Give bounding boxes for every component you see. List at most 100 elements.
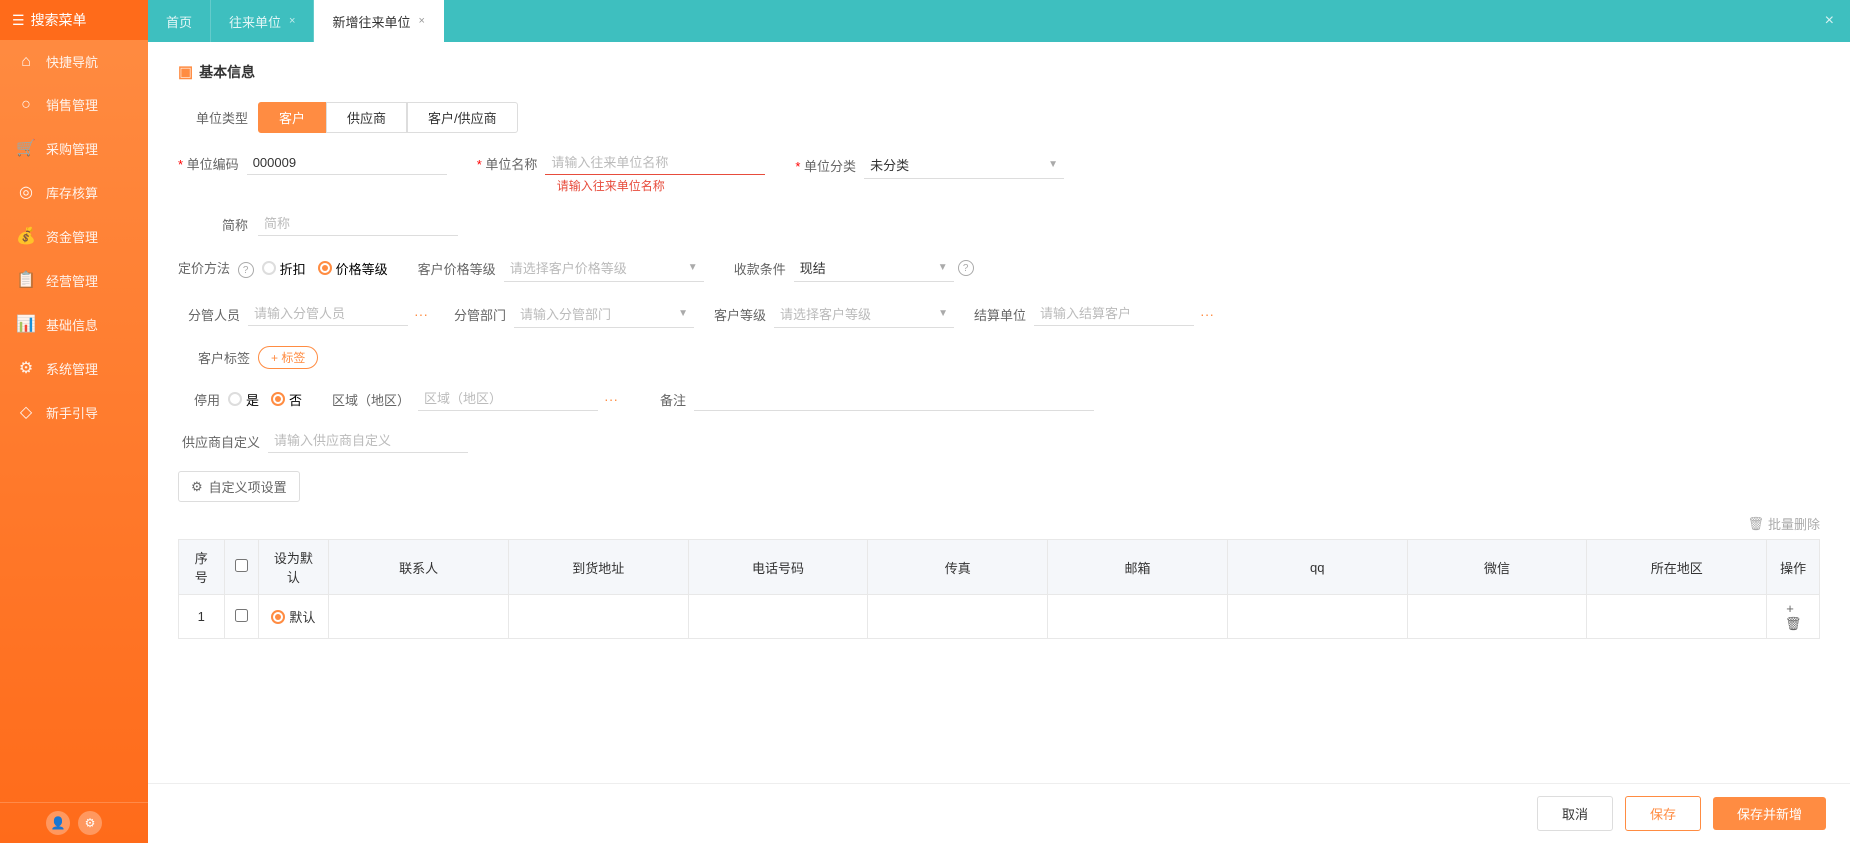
chevron-down-icon: ▼ bbox=[678, 308, 688, 319]
sidebar-item-sales[interactable]: ○ 销售管理 bbox=[0, 83, 148, 126]
search-icon: ☰ bbox=[12, 12, 25, 29]
radio-discount[interactable]: 折扣 bbox=[262, 259, 306, 278]
cell-address[interactable] bbox=[508, 595, 688, 639]
cell-qq[interactable] bbox=[1227, 595, 1407, 639]
contacts-table: 序号 设为默认 联系人 到货地址 电话号码 传真 邮箱 qq 微信 所在地区 操… bbox=[178, 539, 1820, 639]
unit-category-value: 未分类 bbox=[870, 155, 1044, 174]
batch-delete-area: 🗑 批量删除 bbox=[178, 514, 1820, 533]
finance-icon: 💰 bbox=[16, 226, 36, 246]
tab-home-label: 首页 bbox=[166, 12, 192, 31]
add-row-btn[interactable]: + bbox=[1786, 601, 1794, 616]
sidebar-bottom: 👤 ⚙ bbox=[0, 802, 148, 843]
tab-bar-spacer bbox=[444, 0, 1809, 42]
sidebar-item-newbie[interactable]: ◇ 新手引导 bbox=[0, 390, 148, 434]
short-name-input[interactable] bbox=[258, 212, 458, 236]
phone-input[interactable] bbox=[699, 609, 858, 624]
region-input[interactable] bbox=[418, 387, 598, 411]
batch-delete-label[interactable]: 批量删除 bbox=[1768, 514, 1820, 533]
sidebar-item-purchase[interactable]: 🛒 采购管理 bbox=[0, 126, 148, 170]
save-button[interactable]: 保存 bbox=[1625, 796, 1701, 831]
remark-input[interactable] bbox=[694, 387, 1094, 411]
add-tag-btn[interactable]: + 标签 bbox=[258, 346, 318, 369]
cell-wechat[interactable] bbox=[1407, 595, 1587, 639]
pricing-method-block: 定价方法 ? 折扣 价格等级 bbox=[178, 258, 388, 279]
email-input[interactable] bbox=[1058, 609, 1217, 624]
default-label: 默认 bbox=[289, 607, 315, 626]
settlement-unit-input[interactable] bbox=[1034, 302, 1194, 326]
delete-row-btn[interactable]: 🗑 bbox=[1785, 616, 1802, 631]
sidebar-settings-icon[interactable]: ⚙ bbox=[78, 811, 102, 835]
supplier-custom-input[interactable] bbox=[268, 429, 468, 453]
sidebar-search-label: 搜索菜单 bbox=[31, 10, 87, 30]
radio-no-dot bbox=[275, 396, 281, 402]
radio-yes[interactable]: 是 bbox=[228, 390, 259, 409]
unit-type-both-btn[interactable]: 客户/供应商 bbox=[407, 102, 518, 133]
sidebar-item-label: 销售管理 bbox=[46, 95, 98, 114]
cell-contact[interactable] bbox=[329, 595, 509, 639]
default-radio[interactable]: 默认 bbox=[269, 607, 319, 626]
customer-tag-label: 客户标签 bbox=[178, 348, 258, 367]
basic-info-title: 基本信息 bbox=[199, 62, 255, 82]
radio-no[interactable]: 否 bbox=[271, 390, 302, 409]
unit-type-customer-btn[interactable]: 客户 bbox=[258, 102, 326, 133]
tab-new-partner-close[interactable]: × bbox=[418, 15, 424, 27]
cell-email[interactable] bbox=[1048, 595, 1228, 639]
tab-partners[interactable]: 往来单位 × bbox=[211, 0, 314, 42]
payment-terms-select[interactable]: 现结 ▼ bbox=[794, 254, 954, 282]
disabled-region-row: 停用 是 否 区域（地区） ··· bbox=[178, 387, 1820, 411]
trash-icon: 🗑 bbox=[1747, 516, 1764, 532]
pricing-help-icon[interactable]: ? bbox=[238, 262, 254, 278]
col-wechat: 微信 bbox=[1407, 540, 1587, 595]
cell-phone[interactable] bbox=[688, 595, 868, 639]
col-checkbox bbox=[224, 540, 258, 595]
select-all-checkbox[interactable] bbox=[235, 559, 248, 572]
cell-fax[interactable] bbox=[868, 595, 1048, 639]
unit-code-input[interactable] bbox=[247, 151, 447, 175]
sidebar-user-icon[interactable]: 👤 bbox=[46, 811, 70, 835]
customer-level-select[interactable]: 请选择客户等级 ▼ bbox=[774, 300, 954, 328]
tab-new-partner-label: 新增往来单位 bbox=[332, 12, 410, 31]
sidebar-item-inventory[interactable]: ◎ 库存核算 bbox=[0, 170, 148, 214]
unit-category-select[interactable]: 未分类 ▼ bbox=[864, 151, 1064, 179]
unit-name-label: 单位名称 bbox=[477, 154, 546, 173]
unit-code-block: 单位编码 bbox=[178, 151, 447, 175]
department-placeholder: 请输入分管部门 bbox=[520, 304, 674, 323]
payment-help-icon[interactable]: ? bbox=[958, 260, 974, 276]
sidebar-item-quick-nav[interactable]: ⌂ 快捷导航 bbox=[0, 40, 148, 83]
sidebar-search[interactable]: ☰ 搜索菜单 bbox=[0, 0, 148, 40]
sidebar-item-finance[interactable]: 💰 资金管理 bbox=[0, 214, 148, 258]
sidebar-item-operations[interactable]: 📋 经营管理 bbox=[0, 258, 148, 302]
window-close-btn[interactable]: × bbox=[1809, 0, 1850, 42]
qq-input[interactable] bbox=[1238, 609, 1397, 624]
row-region-input[interactable] bbox=[1597, 609, 1756, 624]
region-more-btn[interactable]: ··· bbox=[598, 391, 624, 407]
unit-type-supplier-btn[interactable]: 供应商 bbox=[326, 102, 407, 133]
manager-label: 分管人员 bbox=[178, 305, 248, 324]
col-phone: 电话号码 bbox=[688, 540, 868, 595]
manager-input[interactable] bbox=[248, 302, 408, 326]
wechat-input[interactable] bbox=[1418, 609, 1577, 624]
address-input[interactable] bbox=[519, 609, 678, 624]
cancel-button[interactable]: 取消 bbox=[1537, 796, 1613, 831]
manager-more-btn[interactable]: ··· bbox=[408, 306, 434, 322]
save-new-button[interactable]: 保存并新增 bbox=[1713, 797, 1826, 830]
tab-home[interactable]: 首页 bbox=[148, 0, 211, 42]
customer-level-label: 客户等级 bbox=[714, 305, 774, 324]
settlement-more-btn[interactable]: ··· bbox=[1194, 306, 1220, 322]
custom-settings-btn[interactable]: ⚙ 自定义项设置 bbox=[178, 471, 300, 502]
tab-new-partner[interactable]: 新增往来单位 × bbox=[314, 0, 443, 42]
customer-price-level-select[interactable]: 请选择客户价格等级 ▼ bbox=[504, 254, 704, 282]
sidebar-item-basic[interactable]: 📊 基础信息 bbox=[0, 302, 148, 346]
unit-name-input[interactable] bbox=[545, 151, 765, 175]
cell-checkbox[interactable] bbox=[224, 595, 258, 639]
contact-input[interactable] bbox=[339, 609, 498, 624]
radio-level[interactable]: 价格等级 bbox=[318, 259, 388, 278]
fax-input[interactable] bbox=[878, 609, 1037, 624]
col-fax: 传真 bbox=[868, 540, 1048, 595]
cell-action: + 🗑 bbox=[1767, 595, 1820, 639]
row-checkbox[interactable] bbox=[235, 609, 248, 622]
cell-region[interactable] bbox=[1587, 595, 1767, 639]
department-select[interactable]: 请输入分管部门 ▼ bbox=[514, 300, 694, 328]
tab-partners-close[interactable]: × bbox=[289, 15, 295, 27]
sidebar-item-system[interactable]: ⚙ 系统管理 bbox=[0, 346, 148, 390]
